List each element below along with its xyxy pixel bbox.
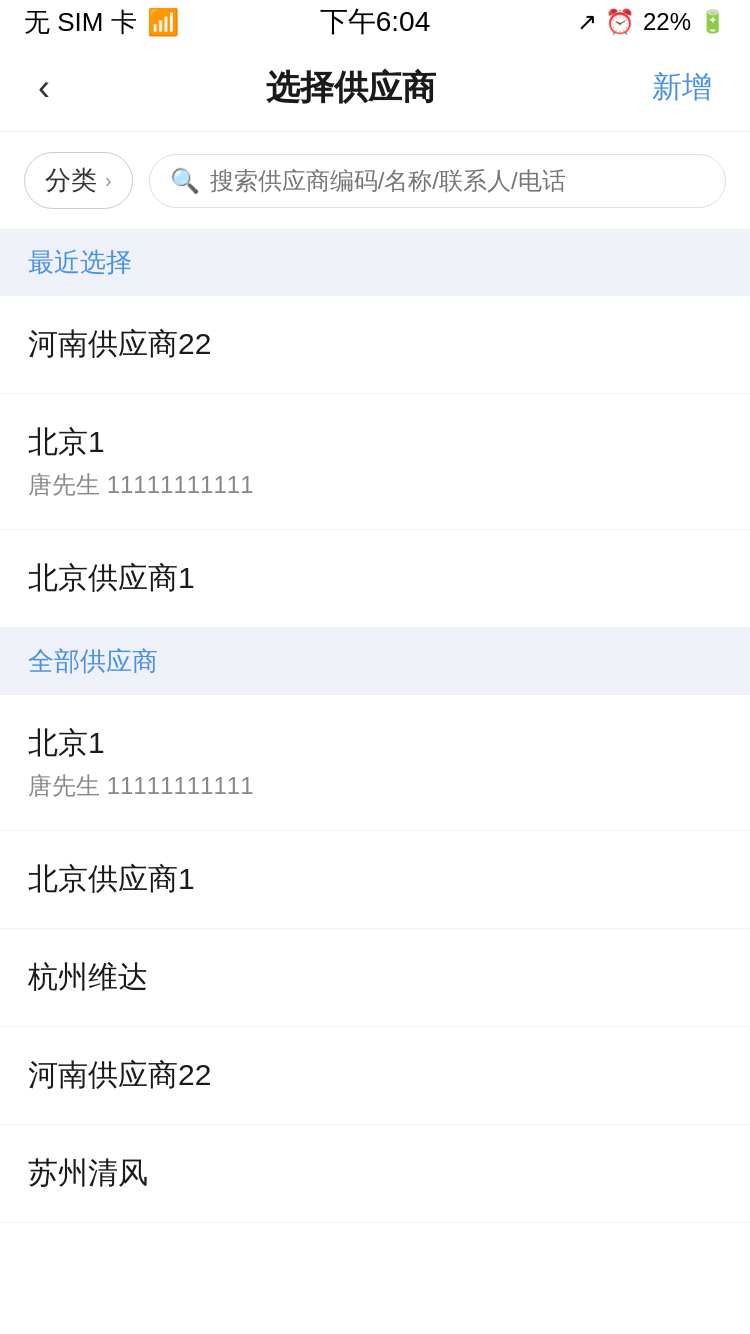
battery-level: 22%: [643, 8, 691, 36]
nav-bar: ‹ 选择供应商 新增: [0, 44, 750, 132]
status-right: ↗ ⏰ 22% 🔋: [577, 8, 726, 36]
chevron-right-icon: ›: [105, 169, 112, 192]
item-name: 杭州维达: [28, 957, 722, 998]
item-name: 北京供应商1: [28, 558, 722, 599]
category-label: 分类: [45, 163, 97, 198]
recent-list-item[interactable]: 北京供应商1: [0, 530, 750, 628]
all-list-item[interactable]: 河南供应商22: [0, 1027, 750, 1125]
item-name: 河南供应商22: [28, 324, 722, 365]
recent-section-header: 最近选择: [0, 229, 750, 296]
back-button[interactable]: ‹: [28, 57, 60, 119]
filter-bar: 分类 › 🔍: [0, 132, 750, 229]
recent-section-label: 最近选择: [28, 247, 132, 277]
recent-list-item[interactable]: 河南供应商22: [0, 296, 750, 394]
status-time: 下午6:04: [320, 3, 431, 41]
page-title: 选择供应商: [60, 65, 642, 111]
search-icon: 🔍: [170, 167, 200, 195]
status-left: 无 SIM 卡 📶: [24, 5, 179, 40]
item-name: 北京1: [28, 723, 722, 764]
item-name: 河南供应商22: [28, 1055, 722, 1096]
item-sub: 唐先生 11111111111: [28, 469, 722, 501]
all-items-list: 北京1 唐先生 11111111111 北京供应商1 杭州维达河南供应商22 苏州清风: [0, 695, 750, 1223]
item-sub: 唐先生 11111111111: [28, 770, 722, 802]
sim-status: 无 SIM 卡: [24, 5, 137, 40]
all-list-item[interactable]: 苏州清风: [0, 1125, 750, 1223]
recent-items-list: 河南供应商22 北京1 唐先生 11111111111 北京供应商1: [0, 296, 750, 628]
wifi-icon: 📶: [147, 7, 179, 38]
search-container: 🔍: [149, 154, 726, 208]
all-section-label: 全部供应商: [28, 646, 158, 676]
item-name: 北京供应商1: [28, 859, 722, 900]
item-name: 苏州清风: [28, 1153, 722, 1194]
all-list-item[interactable]: 杭州维达: [0, 929, 750, 1027]
all-section-header: 全部供应商: [0, 628, 750, 695]
item-name: 北京1: [28, 422, 722, 463]
category-button[interactable]: 分类 ›: [24, 152, 133, 209]
status-bar: 无 SIM 卡 📶 下午6:04 ↗ ⏰ 22% 🔋: [0, 0, 750, 44]
battery-icon: 🔋: [699, 9, 726, 35]
location-icon: ↗: [577, 8, 597, 36]
recent-list-item[interactable]: 北京1 唐先生 11111111111: [0, 394, 750, 530]
search-input[interactable]: [210, 167, 705, 195]
all-list-item[interactable]: 北京供应商1: [0, 831, 750, 929]
all-list-item[interactable]: 北京1 唐先生 11111111111: [0, 695, 750, 831]
alarm-icon: ⏰: [605, 8, 635, 36]
add-button[interactable]: 新增: [642, 57, 722, 118]
